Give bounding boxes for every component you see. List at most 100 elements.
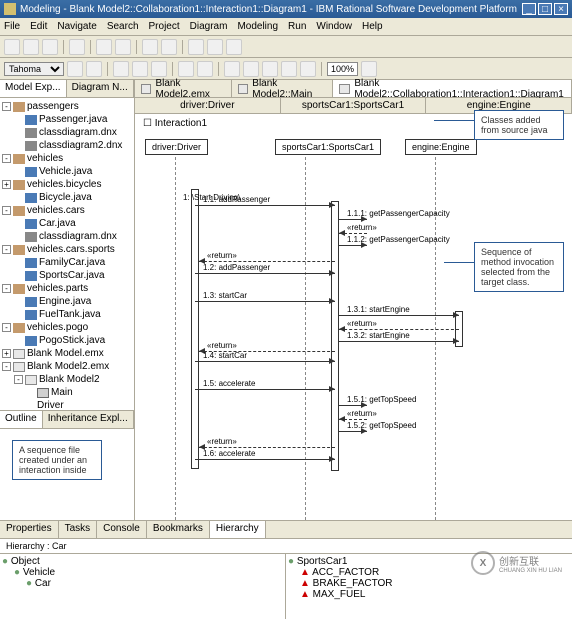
hierarchy-field[interactable]: ▲ BRAKE_FACTOR [288, 578, 570, 589]
color-icon[interactable] [178, 61, 194, 77]
tree-toggle-icon[interactable]: + [2, 349, 11, 358]
tree-item[interactable]: +vehicles.bicycles [2, 178, 132, 191]
message-line[interactable] [195, 361, 335, 362]
tree-item[interactable]: Bicycle.java [2, 191, 132, 204]
bottom-tab-tasks[interactable]: Tasks [59, 521, 98, 538]
build-icon[interactable] [69, 39, 85, 55]
message-line[interactable] [195, 301, 335, 302]
tree-item[interactable]: Passenger.java [2, 113, 132, 126]
align-icon[interactable] [113, 61, 129, 77]
message-line[interactable] [199, 261, 335, 262]
message-line[interactable] [195, 459, 335, 460]
color-icon[interactable] [197, 61, 213, 77]
outline-tab[interactable]: Inheritance Expl... [43, 411, 134, 428]
tree-item[interactable]: classdiagram.dnx [2, 126, 132, 139]
font-select[interactable]: Tahoma [4, 62, 64, 76]
editor-tab[interactable]: Blank Model2::Collaboration1::Interactio… [333, 80, 572, 97]
menu-navigate[interactable]: Navigate [57, 21, 96, 32]
tool-icon[interactable] [142, 39, 158, 55]
menu-help[interactable]: Help [362, 21, 383, 32]
hierarchy-item[interactable]: ● Vehicle [2, 567, 283, 578]
tree-item[interactable]: -Blank Model2 [2, 373, 132, 386]
editor-tab[interactable]: Blank Model2::Main [232, 80, 334, 97]
tool-icon[interactable] [226, 39, 242, 55]
left-tab[interactable]: Diagram N... [67, 80, 134, 97]
tree-item[interactable]: +Blank Model.emx [2, 347, 132, 360]
tree-item[interactable]: Vehicle.java [2, 165, 132, 178]
message-line[interactable] [339, 329, 459, 330]
lifeline-box[interactable]: engine:Engine [405, 139, 477, 155]
left-tab[interactable]: Model Exp... [0, 80, 67, 97]
tool-icon[interactable] [161, 39, 177, 55]
tree-item[interactable]: classdiagram.dnx [2, 230, 132, 243]
close-button[interactable]: × [554, 3, 568, 15]
tree-toggle-icon[interactable]: - [2, 323, 11, 332]
menu-window[interactable]: Window [316, 21, 352, 32]
tree-toggle-icon[interactable]: - [2, 284, 11, 293]
tool-icon[interactable] [243, 61, 259, 77]
hierarchy-item[interactable]: ● Car [2, 578, 283, 589]
tree-item[interactable]: classdiagram2.dnx [2, 139, 132, 152]
tree-item[interactable]: -vehicles.cars [2, 204, 132, 217]
tree-item[interactable]: -passengers [2, 100, 132, 113]
editor-tab[interactable]: Blank Model2.emx [135, 80, 232, 97]
print-icon[interactable] [42, 39, 58, 55]
bottom-tab-hierarchy[interactable]: Hierarchy [210, 521, 266, 538]
message-line[interactable] [195, 205, 335, 206]
tree-item[interactable]: FuelTank.java [2, 308, 132, 321]
hierarchy-item[interactable]: ● Object [2, 556, 283, 567]
bottom-tab-properties[interactable]: Properties [0, 521, 59, 538]
message-line[interactable] [195, 389, 335, 390]
hierarchy-field[interactable]: ▲ MAX_FUEL [288, 589, 570, 600]
run-icon[interactable] [115, 39, 131, 55]
tool-icon[interactable] [262, 61, 278, 77]
bold-icon[interactable] [67, 61, 83, 77]
tree-toggle-icon[interactable]: - [2, 362, 11, 371]
outline-tab[interactable]: Outline [0, 411, 43, 428]
debug-icon[interactable] [96, 39, 112, 55]
tree-toggle-icon[interactable]: - [2, 206, 11, 215]
menu-search[interactable]: Search [107, 21, 139, 32]
menu-file[interactable]: File [4, 21, 20, 32]
sequence-diagram[interactable]: driver:DriversportsCar1:SportsCar1engine… [135, 133, 572, 520]
zoom-icon[interactable] [361, 61, 377, 77]
bottom-tab-console[interactable]: Console [97, 521, 147, 538]
minimize-button[interactable]: _ [522, 3, 536, 15]
message-line[interactable] [339, 341, 459, 342]
message-line[interactable] [195, 273, 335, 274]
save-icon[interactable] [23, 39, 39, 55]
tree-item[interactable]: -vehicles.parts [2, 282, 132, 295]
tool-icon[interactable] [188, 39, 204, 55]
tree-item[interactable]: -vehicles.pogo [2, 321, 132, 334]
menu-run[interactable]: Run [288, 21, 306, 32]
tree-toggle-icon[interactable]: - [2, 154, 11, 163]
message-line[interactable] [199, 447, 335, 448]
lifeline-box[interactable]: sportsCar1:SportsCar1 [275, 139, 381, 155]
italic-icon[interactable] [86, 61, 102, 77]
align-icon[interactable] [132, 61, 148, 77]
tool-icon[interactable] [224, 61, 240, 77]
tree-item[interactable]: Main [2, 386, 132, 399]
menu-modeling[interactable]: Modeling [237, 21, 278, 32]
zoom-input[interactable]: 100% [327, 62, 358, 76]
message-line[interactable] [339, 315, 459, 316]
tree-item[interactable]: Driver [2, 399, 132, 410]
tree-item[interactable]: SportsCar.java [2, 269, 132, 282]
model-explorer-tree[interactable]: -passengersPassenger.javaclassdiagram.dn… [0, 98, 134, 410]
hierarchy-tree[interactable]: ● Object● Vehicle● Car [0, 554, 286, 619]
new-icon[interactable] [4, 39, 20, 55]
tree-item[interactable]: FamilyCar.java [2, 256, 132, 269]
tree-item[interactable]: PogoStick.java [2, 334, 132, 347]
menu-diagram[interactable]: Diagram [190, 21, 228, 32]
maximize-button[interactable]: □ [538, 3, 552, 15]
tool-icon[interactable] [300, 61, 316, 77]
tree-item[interactable]: -vehicles.cars.sports [2, 243, 132, 256]
menu-edit[interactable]: Edit [30, 21, 47, 32]
tree-item[interactable]: -vehicles [2, 152, 132, 165]
tree-toggle-icon[interactable]: - [14, 375, 23, 384]
tree-item[interactable]: Engine.java [2, 295, 132, 308]
tree-item[interactable]: Car.java [2, 217, 132, 230]
tool-icon[interactable] [281, 61, 297, 77]
tool-icon[interactable] [207, 39, 223, 55]
bottom-tab-bookmarks[interactable]: Bookmarks [147, 521, 210, 538]
